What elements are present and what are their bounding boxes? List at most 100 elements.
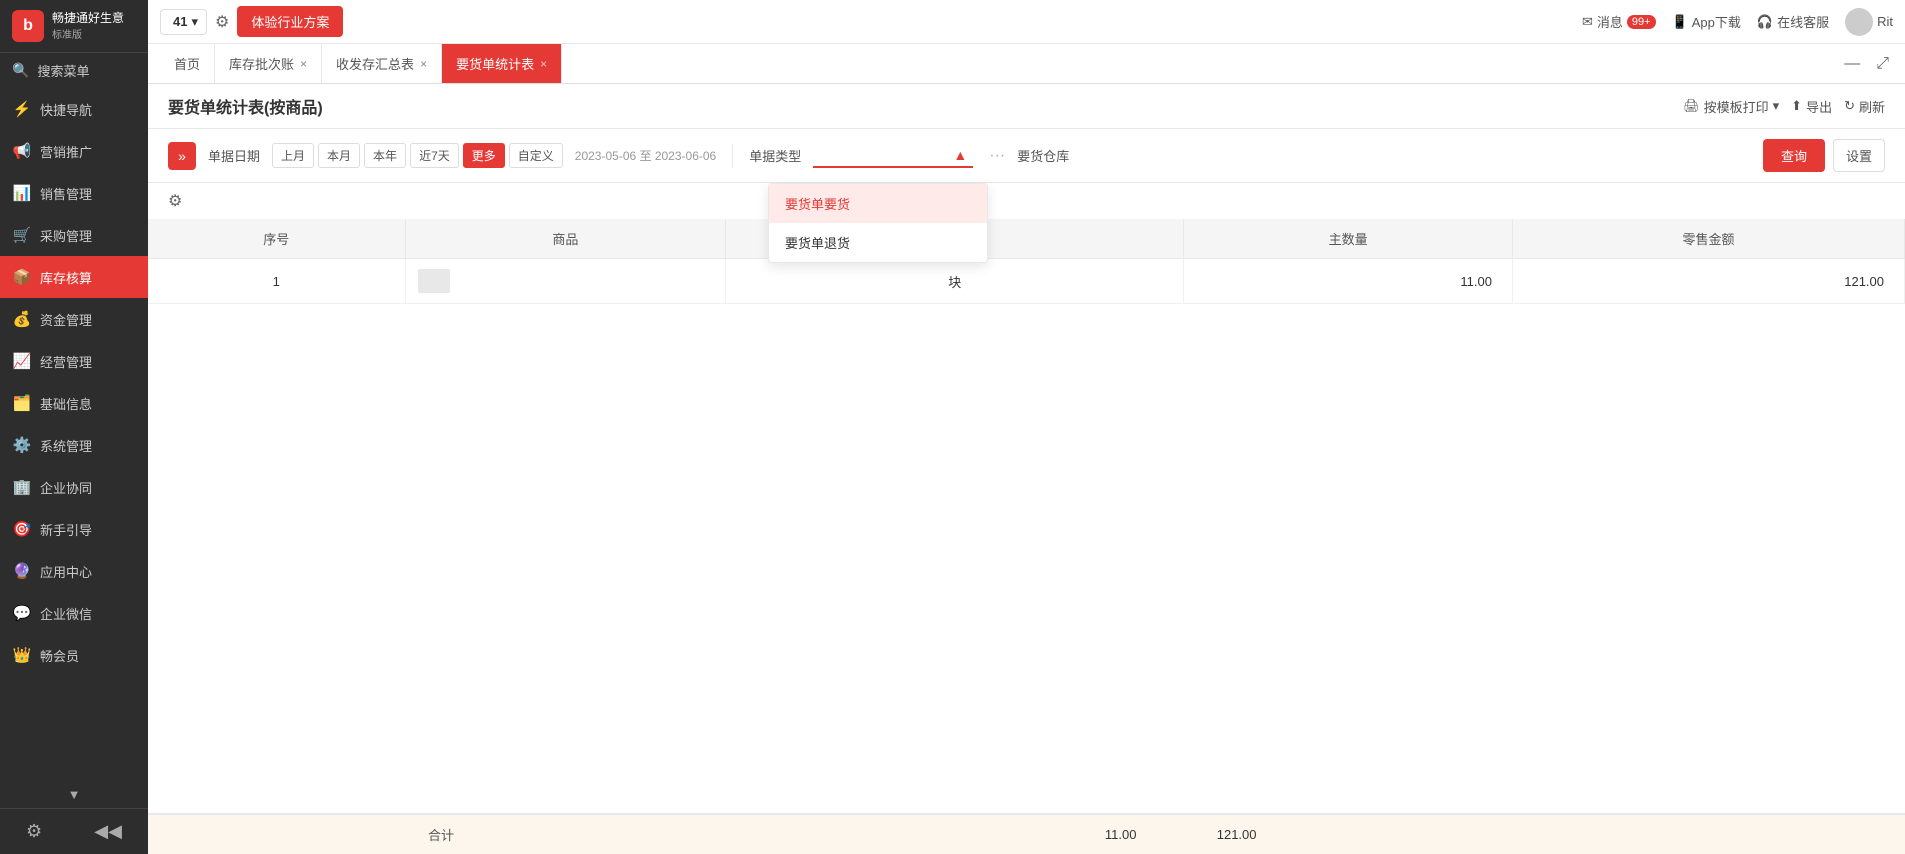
store-num: 41 <box>173 14 187 29</box>
export-icon: ⬆ <box>1791 98 1802 114</box>
tab-minimize-btn[interactable]: — <box>1840 55 1864 73</box>
app-download-btn[interactable]: 📱 App下载 <box>1672 12 1741 31</box>
query-btn[interactable]: 查询 <box>1763 139 1825 172</box>
table-toolbar: ⚙ <box>148 183 1905 219</box>
sidebar-item-quick-nav[interactable]: ⚡ 快捷导航 <box>0 88 148 130</box>
sidebar-item-sales[interactable]: 📊 销售管理 <box>0 172 148 214</box>
table-settings-icon[interactable]: ⚙ <box>168 191 182 211</box>
dropdown-item-order-return[interactable]: 要货单退货 <box>769 223 987 262</box>
cell-quantity: 11.00 <box>1184 259 1513 304</box>
sidebar-item-purchase[interactable]: 🛒 采购管理 <box>0 214 148 256</box>
sidebar-item-appstore[interactable]: 🔮 应用中心 <box>0 550 148 592</box>
type-more-icon[interactable]: ··· <box>989 147 1005 165</box>
sidebar-item-label: 新手引导 <box>40 520 92 539</box>
export-label: 导出 <box>1806 97 1832 116</box>
sidebar-item-vip[interactable]: 👑 畅会员 <box>0 634 148 676</box>
date-range-display: 2023-05-06 至 2023-06-06 <box>575 147 716 164</box>
date-more-btn[interactable]: 更多 <box>463 143 505 168</box>
refresh-icon: ↻ <box>1844 98 1855 114</box>
page-title: 要货单统计表(按商品) <box>168 94 323 118</box>
collapse-btn[interactable]: ◀◀ <box>86 817 130 846</box>
type-input-wrapper[interactable]: ▲ <box>813 144 973 168</box>
settings-bottom-btn[interactable]: ⚙ <box>18 817 50 846</box>
table-body: 1 块 11.00 121.00 <box>148 259 1905 304</box>
user-name: Rit <box>1877 14 1893 29</box>
tabs-bar: 首页 库存批次账 × 收发存汇总表 × 要货单统计表 × — ⤢ <box>148 44 1905 84</box>
app-logo-icon: b <box>12 10 44 42</box>
footer-quantity: 11.00 <box>1037 827 1157 842</box>
type-arrow-up-icon[interactable]: ▲ <box>953 147 967 163</box>
sidebar-item-label: 销售管理 <box>40 184 92 203</box>
basic-icon: 🗂️ <box>12 393 32 413</box>
appstore-icon: 🔮 <box>12 561 32 581</box>
store-selector[interactable]: 41 ▾ <box>160 9 207 35</box>
purchase-icon: 🛒 <box>12 225 32 245</box>
date-prev-month-btn[interactable]: 上月 <box>272 143 314 168</box>
user-avatar <box>1845 8 1873 36</box>
trial-industry-btn[interactable]: 体验行业方案 <box>237 6 343 37</box>
sidebar-item-basic[interactable]: 🗂️ 基础信息 <box>0 382 148 424</box>
sidebar-logo: b 畅捷通好生意 标准版 <box>0 0 148 53</box>
cell-row-num: 1 <box>148 259 405 304</box>
sidebar-item-label: 企业微信 <box>40 604 92 623</box>
sidebar-item-marketing[interactable]: 📢 营销推广 <box>0 130 148 172</box>
sidebar-item-operation[interactable]: 📈 经营管理 <box>0 340 148 382</box>
table-row: 1 块 11.00 121.00 <box>148 259 1905 304</box>
sidebar-item-inventory[interactable]: 📦 库存核算 <box>0 256 148 298</box>
messages-btn[interactable]: ✉ 消息 99+ <box>1582 12 1656 31</box>
tab-order-summary[interactable]: 要货单统计表 × <box>442 44 562 83</box>
date-this-year-btn[interactable]: 本年 <box>364 143 406 168</box>
wechat-icon: 💬 <box>12 603 32 623</box>
tab-home-label: 首页 <box>174 54 200 73</box>
sidebar-item-finance[interactable]: 💰 资金管理 <box>0 298 148 340</box>
filter-settings-btn[interactable]: 设置 <box>1833 139 1885 172</box>
tab-inventory-batch-close[interactable]: × <box>300 57 307 71</box>
sidebar-item-label: 营销推广 <box>40 142 92 161</box>
operation-icon: 📈 <box>12 351 32 371</box>
refresh-label: 刷新 <box>1859 97 1885 116</box>
enterprise-icon: 🏢 <box>12 477 32 497</box>
sidebar-item-wechat[interactable]: 💬 企业微信 <box>0 592 148 634</box>
main-content: 41 ▾ ⚙ 体验行业方案 ✉ 消息 99+ 📱 App下载 🎧 在 <box>148 0 1905 854</box>
sidebar-item-system[interactable]: ⚙️ 系统管理 <box>0 424 148 466</box>
tab-inventory-batch[interactable]: 库存批次账 × <box>215 44 322 83</box>
user-menu[interactable]: Rit <box>1845 8 1893 36</box>
print-template-btn[interactable]: 🖨 按模板打印 ▾ <box>1683 97 1779 116</box>
tab-expand-btn[interactable]: ⤢ <box>1872 55 1893 73</box>
dropdown-item-order-purchase[interactable]: 要货单要货 <box>769 184 987 223</box>
tabs-actions: — ⤢ <box>1840 55 1893 73</box>
sidebar-item-label: 采购管理 <box>40 226 92 245</box>
tab-order-summary-label: 要货单统计表 <box>456 54 534 73</box>
sidebar-item-label: 畅会员 <box>40 646 79 665</box>
inventory-icon: 📦 <box>12 267 32 287</box>
message-icon: ✉ <box>1582 14 1593 30</box>
cell-unit: 块 <box>726 259 1184 304</box>
print-template-label: 按模板打印 <box>1704 97 1769 116</box>
tab-receive-summary-close[interactable]: × <box>420 57 427 71</box>
sidebar-search[interactable]: 🔍 搜索菜单 <box>0 53 148 88</box>
sidebar-item-enterprise[interactable]: 🏢 企业协同 <box>0 466 148 508</box>
page-actions: 🖨 按模板打印 ▾ ⬆ 导出 ↻ 刷新 <box>1683 97 1885 116</box>
date-last7days-btn[interactable]: 近7天 <box>410 143 459 168</box>
chevron-down-icon: ▾ <box>191 14 198 30</box>
sidebar-item-guide[interactable]: 🎯 新手引导 <box>0 508 148 550</box>
tab-receive-summary[interactable]: 收发存汇总表 × <box>322 44 442 83</box>
date-custom-btn[interactable]: 自定义 <box>509 143 563 168</box>
date-this-month-btn[interactable]: 本月 <box>318 143 360 168</box>
filter-expand-btn[interactable]: » <box>168 142 196 170</box>
table-container: ⚙ 序号 商品 主计量单位 主数量 零售金额 1 <box>148 183 1905 854</box>
tab-order-summary-close[interactable]: × <box>540 57 547 71</box>
sidebar-item-label: 应用中心 <box>40 562 92 581</box>
topbar-gear-btn[interactable]: ⚙ <box>215 12 229 32</box>
online-service-label: 在线客服 <box>1777 12 1829 31</box>
export-btn[interactable]: ⬆ 导出 <box>1791 97 1832 116</box>
online-service-btn[interactable]: 🎧 在线客服 <box>1757 12 1829 31</box>
col-header-amount: 零售金额 <box>1513 219 1905 259</box>
type-dropdown-menu: 要货单要货 要货单退货 <box>768 183 988 263</box>
sidebar-scroll-down[interactable]: ▼ <box>0 780 148 808</box>
table-empty-space <box>148 304 1905 813</box>
app-logo-text: 畅捷通好生意 标准版 <box>52 11 124 42</box>
refresh-btn[interactable]: ↻ 刷新 <box>1844 97 1885 116</box>
tab-home[interactable]: 首页 <box>160 44 215 83</box>
sidebar-item-label: 快捷导航 <box>40 100 92 119</box>
